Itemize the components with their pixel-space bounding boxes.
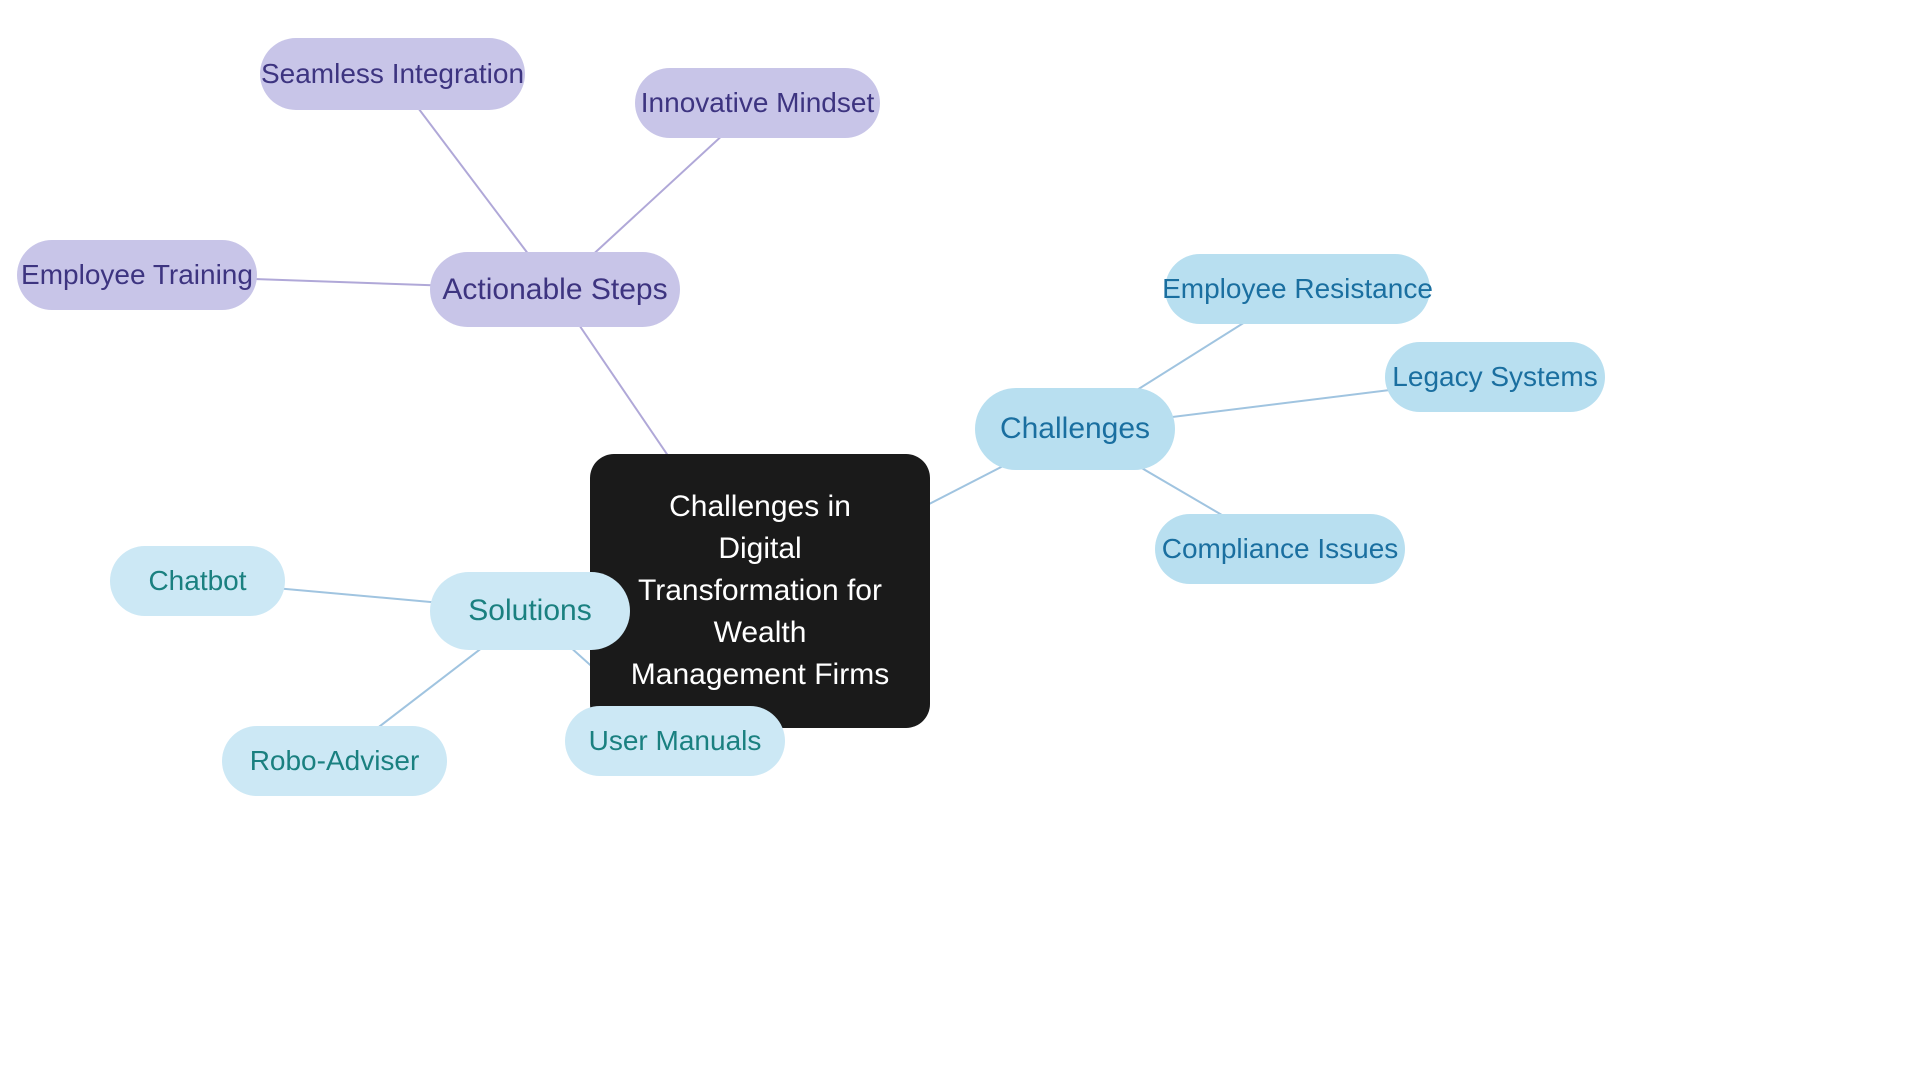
center-node: Challenges in Digital Transformation for… xyxy=(590,454,930,728)
compliance-issues-node: Compliance Issues xyxy=(1155,514,1405,584)
innovative-mindset-node: Innovative Mindset xyxy=(635,68,880,138)
seamless-integration-node: Seamless Integration xyxy=(260,38,525,110)
solutions-node: Solutions xyxy=(430,572,630,650)
employee-resistance-node: Employee Resistance xyxy=(1165,254,1430,324)
legacy-systems-node: Legacy Systems xyxy=(1385,342,1605,412)
legacy-systems-label: Legacy Systems xyxy=(1392,361,1597,393)
center-label: Challenges in Digital Transformation for… xyxy=(626,486,894,696)
challenges-label: Challenges xyxy=(1000,412,1150,446)
seamless-integration-label: Seamless Integration xyxy=(261,58,524,90)
employee-training-node: Employee Training xyxy=(17,240,257,310)
robo-adviser-node: Robo-Adviser xyxy=(222,726,447,796)
actionable-steps-label: Actionable Steps xyxy=(442,273,667,307)
employee-resistance-label: Employee Resistance xyxy=(1162,273,1433,305)
chatbot-node: Chatbot xyxy=(110,546,285,616)
compliance-issues-label: Compliance Issues xyxy=(1162,533,1399,565)
user-manuals-node: User Manuals xyxy=(565,706,785,776)
chatbot-label: Chatbot xyxy=(148,565,246,597)
robo-adviser-label: Robo-Adviser xyxy=(250,745,420,777)
actionable-steps-node: Actionable Steps xyxy=(430,252,680,327)
user-manuals-label: User Manuals xyxy=(589,725,762,757)
solutions-label: Solutions xyxy=(468,594,591,628)
employee-training-label: Employee Training xyxy=(21,259,253,291)
innovative-mindset-label: Innovative Mindset xyxy=(641,87,874,119)
challenges-node: Challenges xyxy=(975,388,1175,470)
